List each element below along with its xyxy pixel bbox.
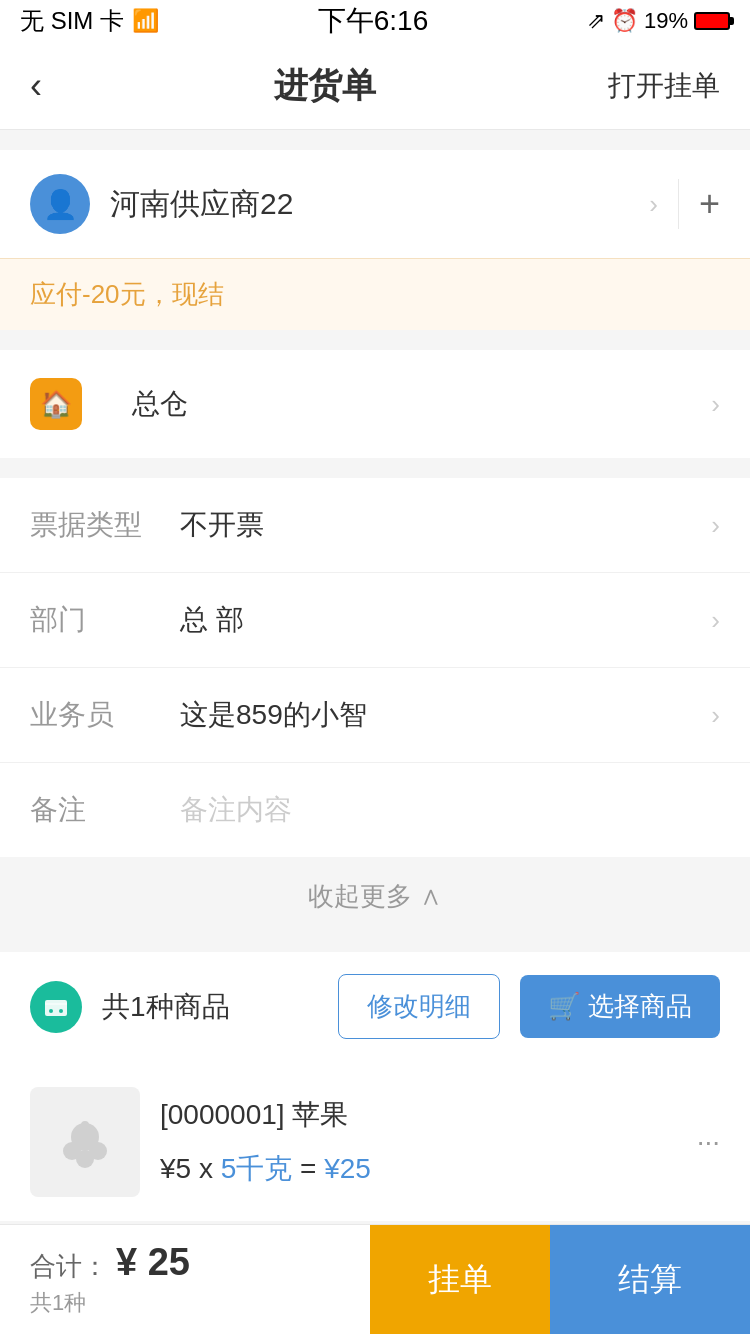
product-item: [0000001] 苹果 ¥5 x 5千克 = ¥25 ··· <box>0 1063 750 1221</box>
product-price: ¥5 x 5千克 = ¥25 <box>160 1150 697 1188</box>
form-section: 票据类型 不开票 › 部门 总 部 › 业务员 这是859的小智 › 备注 备注… <box>0 478 750 857</box>
status-bar: 无 SIM 卡 📶 下午6:16 ⇗ ⏰ 19% <box>0 0 750 42</box>
status-time: 下午6:16 <box>318 2 429 40</box>
products-section: 共1种商品 修改明细 🛒 选择商品 [0000001] 苹果 ¥5 x <box>0 952 750 1221</box>
location-icon: ⇗ <box>587 8 605 34</box>
bottom-bar: 合计： ¥ 25 共1种 挂单 结算 <box>0 1224 750 1334</box>
svg-point-6 <box>76 1150 94 1168</box>
product-name: [0000001] 苹果 <box>160 1096 697 1134</box>
gap2 <box>0 330 750 350</box>
total-sub: 共1种 <box>30 1288 340 1318</box>
quantity: 5千克 <box>221 1153 293 1184</box>
select-product-button[interactable]: 🛒 选择商品 <box>520 975 720 1038</box>
department-row[interactable]: 部门 总 部 › <box>0 573 750 668</box>
alarm-icon: ⏰ <box>611 8 638 34</box>
warehouse-row[interactable]: 🏠 总仓 › <box>0 350 750 458</box>
total-amount: ¥ 25 <box>116 1241 190 1284</box>
product-thumbnail <box>30 1087 140 1197</box>
supplier-avatar: 👤 <box>30 174 90 234</box>
collapse-row[interactable]: 收起更多 ∧ <box>0 857 750 936</box>
status-right: ⇗ ⏰ 19% <box>587 8 730 34</box>
svg-point-1 <box>49 1009 53 1013</box>
product-title: 苹果 <box>292 1099 348 1130</box>
svg-rect-0 <box>45 1000 67 1016</box>
salesperson-label: 业务员 <box>30 696 150 734</box>
warehouse-name: 总仓 <box>132 385 711 423</box>
hang-button[interactable]: 挂单 <box>370 1225 550 1335</box>
department-chevron-icon: › <box>711 605 720 636</box>
products-header: 共1种商品 修改明细 🛒 选择商品 <box>0 952 750 1061</box>
equals-sign: = <box>300 1153 324 1184</box>
gap1 <box>0 130 750 150</box>
remarks-row[interactable]: 备注 备注内容 <box>0 763 750 857</box>
invoice-type-row[interactable]: 票据类型 不开票 › <box>0 478 750 573</box>
battery-percent: 19% <box>644 8 688 34</box>
warehouse-chevron-icon: › <box>711 389 720 420</box>
products-icon <box>30 981 82 1033</box>
supplier-chevron-icon[interactable]: › <box>649 189 658 220</box>
notice-banner: 应付-20元，现结 <box>0 258 750 330</box>
select-product-label: 选择商品 <box>588 989 692 1024</box>
total-section: 合计： ¥ 25 共1种 <box>0 1241 370 1318</box>
total-label: 合计： <box>30 1249 108 1284</box>
supplier-row: 👤 河南供应商22 › + <box>0 150 750 258</box>
remarks-input[interactable]: 备注内容 <box>180 791 720 829</box>
invoice-type-chevron-icon: › <box>711 510 720 541</box>
gap4 <box>0 936 750 952</box>
unit-price: ¥5 x <box>160 1153 221 1184</box>
checkout-button[interactable]: 结算 <box>550 1225 750 1335</box>
product-code: [0000001] <box>160 1099 292 1130</box>
edit-detail-button[interactable]: 修改明细 <box>338 974 500 1039</box>
warehouse-icon: 🏠 <box>30 378 82 430</box>
subtotal: ¥25 <box>324 1153 371 1184</box>
status-left: 无 SIM 卡 📶 <box>20 5 159 37</box>
wifi-icon: 📶 <box>132 8 159 34</box>
supplier-divider <box>678 179 679 229</box>
page-title: 进货单 <box>274 63 376 109</box>
back-button[interactable]: ‹ <box>30 65 42 107</box>
invoice-type-value: 不开票 <box>180 506 711 544</box>
products-count: 共1种商品 <box>102 988 318 1026</box>
add-supplier-button[interactable]: + <box>699 183 720 225</box>
total-main: 合计： ¥ 25 <box>30 1241 340 1284</box>
gap3 <box>0 458 750 478</box>
open-pending-button[interactable]: 打开挂单 <box>608 67 720 105</box>
product-more-button[interactable]: ··· <box>697 1126 720 1158</box>
svg-point-7 <box>81 1121 89 1129</box>
warehouse-section: 🏠 总仓 › <box>0 350 750 458</box>
supplier-section: 👤 河南供应商22 › + 应付-20元，现结 <box>0 150 750 330</box>
collapse-label: 收起更多 ∧ <box>308 879 441 914</box>
salesperson-chevron-icon: › <box>711 700 720 731</box>
cart-icon: 🛒 <box>548 991 580 1022</box>
salesperson-value: 这是859的小智 <box>180 696 711 734</box>
department-value: 总 部 <box>180 601 711 639</box>
carrier-label: 无 SIM 卡 <box>20 5 124 37</box>
product-info: [0000001] 苹果 ¥5 x 5千克 = ¥25 <box>160 1096 697 1188</box>
remarks-label: 备注 <box>30 791 150 829</box>
invoice-type-label: 票据类型 <box>30 506 150 544</box>
salesperson-row[interactable]: 业务员 这是859的小智 › <box>0 668 750 763</box>
nav-bar: ‹ 进货单 打开挂单 <box>0 42 750 130</box>
battery-icon <box>694 12 730 30</box>
supplier-name: 河南供应商22 <box>110 184 649 225</box>
svg-point-2 <box>59 1009 63 1013</box>
department-label: 部门 <box>30 601 150 639</box>
avatar-icon: 👤 <box>43 188 78 221</box>
